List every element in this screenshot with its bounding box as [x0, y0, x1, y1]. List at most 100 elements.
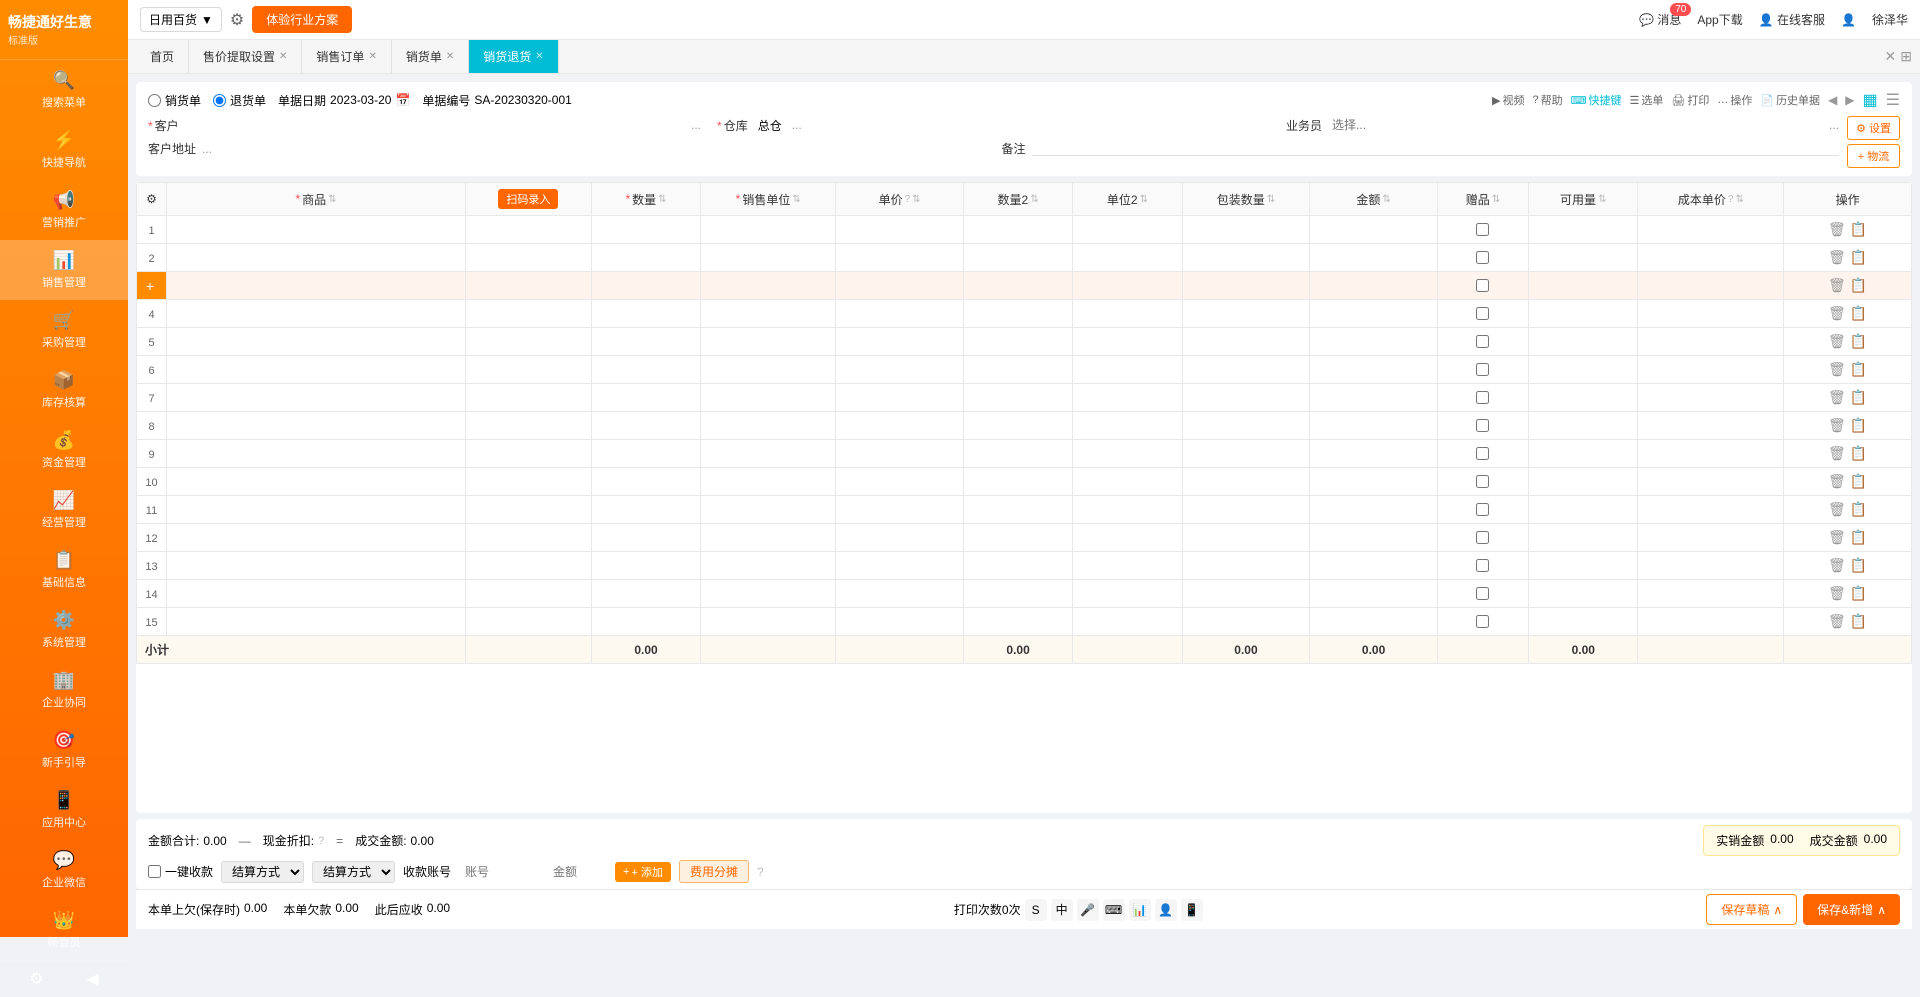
online-service-link[interactable]: 👤 在线客服: [1759, 11, 1825, 28]
operate-btn[interactable]: … 操作: [1717, 92, 1752, 108]
copy-icon-4[interactable]: 📋: [1850, 305, 1867, 322]
gift-checkbox-10[interactable]: [1476, 475, 1489, 488]
customer-dots-btn[interactable]: ...: [691, 118, 701, 132]
delete-icon-6[interactable]: 🗑: [1828, 361, 1846, 378]
settings-bottom-icon[interactable]: ⚙: [29, 969, 43, 989]
settings-side-btn[interactable]: ⚙ 设置: [1847, 116, 1900, 140]
sidebar-item-marketing[interactable]: 📢 营销推广: [0, 180, 128, 240]
one-key-payment-label[interactable]: 一键收款: [148, 863, 213, 880]
gift-checkbox-5[interactable]: [1476, 335, 1489, 348]
sidebar-item-basic[interactable]: 📋 基础信息: [0, 540, 128, 600]
product-input[interactable]: [171, 223, 461, 237]
tab-sales-delivery-close[interactable]: ✕: [446, 51, 454, 62]
gift-checkbox-13[interactable]: [1476, 559, 1489, 572]
add-row-btn[interactable]: +: [141, 277, 159, 295]
status-icon-5[interactable]: 📊: [1129, 899, 1151, 921]
gift-checkbox-11[interactable]: [1476, 503, 1489, 516]
delete-icon-12[interactable]: 🗑: [1828, 529, 1846, 546]
prev-doc-icon[interactable]: ◀: [1828, 93, 1837, 107]
status-icon-3[interactable]: 🎤: [1077, 899, 1099, 921]
radio-return-input[interactable]: [213, 94, 226, 107]
company-selector[interactable]: 日用百货 ▼: [140, 7, 222, 32]
sidebar-item-inventory[interactable]: 📦 库存核算: [0, 360, 128, 420]
gift-checkbox-12[interactable]: [1476, 531, 1489, 544]
amount-sort-icon[interactable]: ⇅: [1382, 194, 1390, 205]
collapse-icon[interactable]: ◀: [86, 969, 98, 989]
history-btn[interactable]: 📄 历史单据: [1760, 92, 1820, 108]
salesperson-input[interactable]: [1328, 116, 1823, 134]
gift-checkbox-6[interactable]: [1476, 363, 1489, 376]
qty2-sort-icon[interactable]: ⇅: [1030, 194, 1038, 205]
remark-input[interactable]: [1032, 141, 1840, 156]
summary-method-select[interactable]: 结算方式: [312, 861, 395, 883]
amount-input[interactable]: [547, 863, 607, 881]
gift-checkbox-4[interactable]: [1476, 307, 1489, 320]
fee-split-btn[interactable]: 费用分摊: [679, 860, 749, 883]
tab-price-set-close[interactable]: ✕: [279, 51, 287, 62]
sidebar-item-shortcut[interactable]: ⚡ 快捷导航: [0, 120, 128, 180]
calendar-icon[interactable]: 📅: [395, 93, 410, 107]
sidebar-item-newbie[interactable]: 🎯 新手引导: [0, 720, 128, 780]
sidebar-item-system[interactable]: ⚙️ 系统管理: [0, 600, 128, 660]
scan-btn[interactable]: 扫码录入: [498, 189, 558, 209]
copy-icon-14[interactable]: 📋: [1850, 585, 1867, 602]
sidebar-item-finance[interactable]: 💰 资金管理: [0, 420, 128, 480]
delete-icon-13[interactable]: 🗑: [1828, 557, 1846, 574]
gift-sort-icon[interactable]: ⇅: [1492, 194, 1500, 205]
tab-sales-return[interactable]: 销货退货 ✕: [469, 40, 558, 73]
gift-checkbox-14[interactable]: [1476, 587, 1489, 600]
gift-checkbox-1[interactable]: [1476, 223, 1489, 236]
copy-icon-2[interactable]: 📋: [1850, 249, 1867, 266]
help-btn[interactable]: ? 帮助: [1533, 92, 1563, 108]
delete-icon-4[interactable]: 🗑: [1828, 305, 1846, 322]
pkg-sort-icon[interactable]: ⇅: [1267, 194, 1275, 205]
tab-home[interactable]: 首页: [136, 40, 189, 73]
message-badge[interactable]: 💬 消息 70: [1639, 11, 1681, 28]
tab-close-all-icon[interactable]: ✕: [1885, 48, 1897, 65]
status-icon-2[interactable]: 中: [1051, 899, 1073, 921]
gift-checkbox-2[interactable]: [1476, 251, 1489, 264]
tab-sales-order-close[interactable]: ✕: [368, 51, 376, 62]
grid-view-icon[interactable]: ▦: [1863, 90, 1878, 110]
status-icon-4[interactable]: ⌨: [1103, 899, 1125, 921]
sidebar-item-apps[interactable]: 📱 应用中心: [0, 780, 128, 840]
copy-icon-7[interactable]: 📋: [1850, 389, 1867, 406]
save-draft-btn[interactable]: 保存草稿 ∧: [1706, 894, 1797, 925]
sidebar-item-purchase[interactable]: 🛒 采购管理: [0, 300, 128, 360]
sidebar-item-operations[interactable]: 📈 经营管理: [0, 480, 128, 540]
gift-checkbox-7[interactable]: [1476, 391, 1489, 404]
account-input[interactable]: [459, 863, 539, 881]
experience-btn[interactable]: 体验行业方案: [252, 6, 352, 33]
delete-icon-5[interactable]: 🗑: [1828, 333, 1846, 350]
customer-input[interactable]: [185, 116, 685, 134]
radio-delivery[interactable]: 销货单: [148, 92, 201, 109]
next-doc-icon[interactable]: ▶: [1845, 93, 1854, 107]
product-sort-icon[interactable]: ⇅: [328, 194, 336, 205]
radio-return[interactable]: 退货单: [213, 92, 266, 109]
copy-icon-8[interactable]: 📋: [1850, 417, 1867, 434]
save-new-btn[interactable]: 保存&新增 ∧: [1803, 894, 1900, 925]
topbar-settings-icon[interactable]: ⚙: [230, 10, 244, 30]
copy-icon-10[interactable]: 📋: [1850, 473, 1867, 490]
delete-icon-14[interactable]: 🗑: [1828, 585, 1846, 602]
copy-icon-11[interactable]: 📋: [1850, 501, 1867, 518]
delete-icon-1[interactable]: 🗑: [1828, 221, 1846, 238]
delete-icon-2[interactable]: 🗑: [1828, 249, 1846, 266]
tab-price-set[interactable]: 售价提取设置 ✕: [189, 40, 302, 73]
price-sort-icon[interactable]: ⇅: [912, 194, 920, 205]
new-product-input[interactable]: [171, 279, 461, 293]
delete-icon-15[interactable]: 🗑: [1828, 613, 1846, 630]
one-key-payment-checkbox[interactable]: [148, 865, 161, 878]
copy-icon-12[interactable]: 📋: [1850, 529, 1867, 546]
add-payment-btn[interactable]: + + 添加: [615, 862, 671, 882]
unit-sort-icon[interactable]: ⇅: [792, 194, 800, 205]
customer-addr-dots-btn[interactable]: ...: [202, 142, 212, 156]
copy-icon-6[interactable]: 📋: [1850, 361, 1867, 378]
avail-sort-icon[interactable]: ⇅: [1598, 194, 1606, 205]
calc-method-select[interactable]: 结算方式: [221, 861, 304, 883]
delete-icon-8[interactable]: 🗑: [1828, 417, 1846, 434]
radio-delivery-input[interactable]: [148, 94, 161, 107]
copy-icon-15[interactable]: 📋: [1850, 613, 1867, 630]
status-icon-6[interactable]: 👤: [1155, 899, 1177, 921]
copy-icon-5[interactable]: 📋: [1850, 333, 1867, 350]
